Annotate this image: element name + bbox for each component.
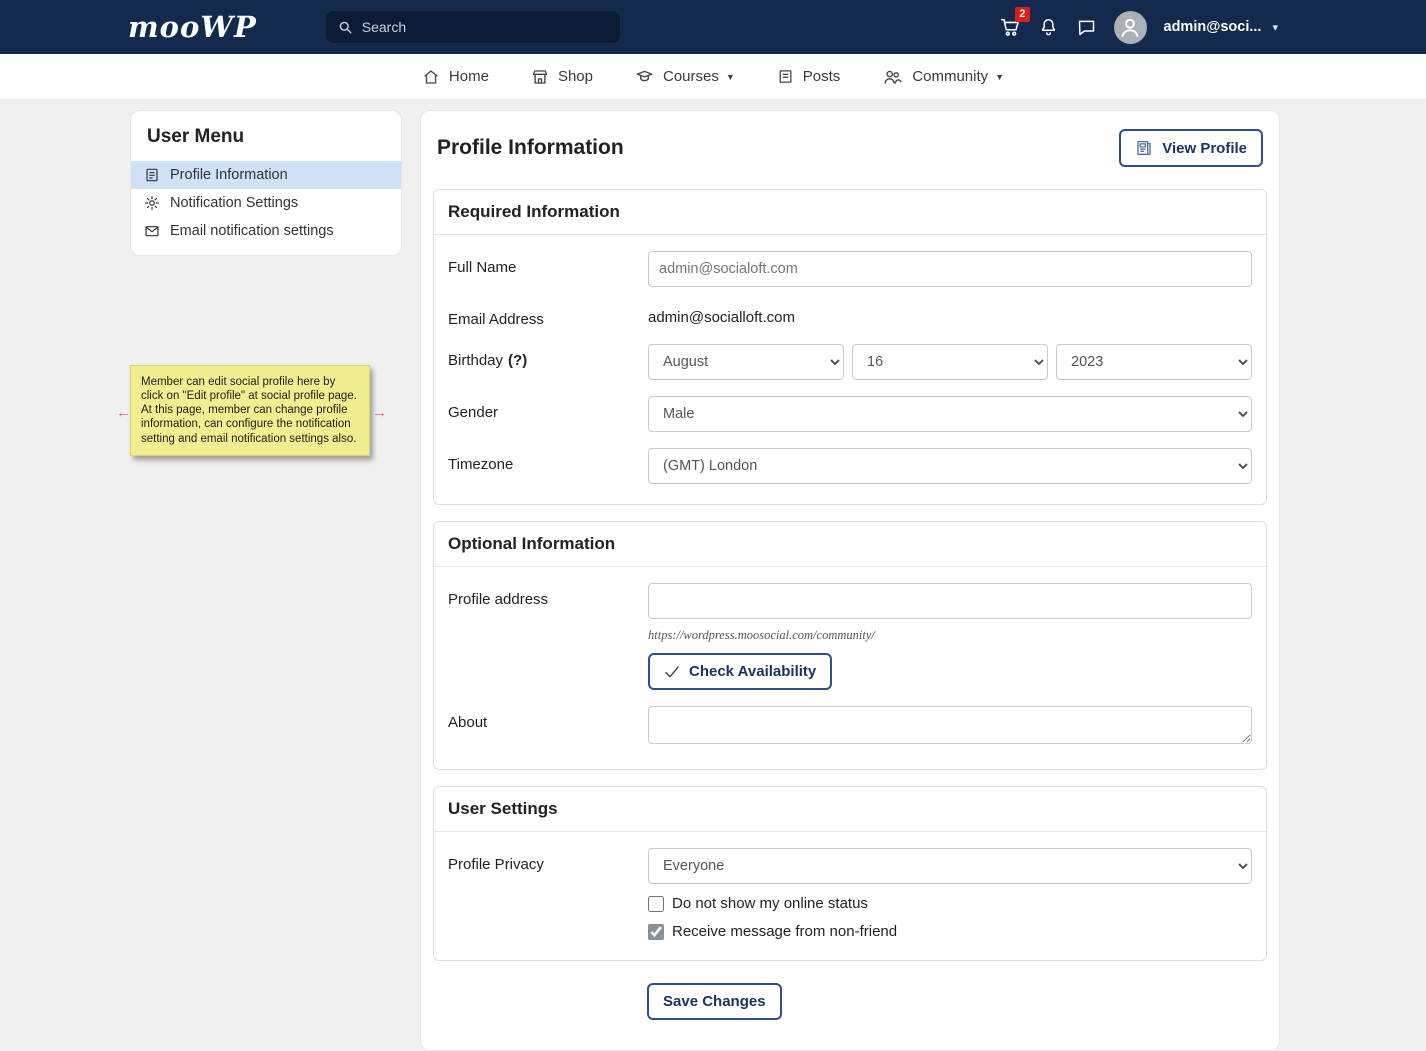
full-name-input[interactable] <box>648 251 1252 287</box>
birthday-label: Birthday (?) <box>448 344 648 380</box>
birthday-month-select[interactable]: August <box>648 344 844 380</box>
search-input[interactable] <box>361 19 608 35</box>
nav-item-courses[interactable]: Courses ▼ <box>635 67 735 86</box>
cart-badge: 2 <box>1015 7 1030 22</box>
page-title: Profile Information <box>437 136 624 159</box>
main-nav: Home Shop Courses ▼ Posts Community ▼ <box>0 54 1426 100</box>
profile-address-input[interactable] <box>648 583 1252 619</box>
section-title: User Settings <box>434 787 1266 832</box>
receive-message-checkbox[interactable] <box>648 923 664 940</box>
user-avatar[interactable] <box>1113 10 1147 44</box>
check-availability-button[interactable]: Check Availability <box>648 653 833 690</box>
gender-select[interactable]: Male <box>648 396 1252 432</box>
birthday-day-select[interactable]: 16 <box>852 344 1048 380</box>
online-status-label: Do not show my online status <box>672 895 868 912</box>
messages-chat-icon[interactable] <box>1076 17 1097 38</box>
profile-information-card: Profile Information View Profile Require… <box>420 110 1280 1051</box>
user-email-label[interactable]: admin@soci... <box>1164 19 1262 35</box>
profile-privacy-label: Profile Privacy <box>448 856 544 873</box>
sidebar-item-label: Profile Information <box>170 167 288 183</box>
required-information-section: Required Information Full Name Email Add… <box>433 189 1267 505</box>
annotation-note: Member can edit social profile here by c… <box>130 365 370 456</box>
profile-address-hint: https://wordpress.moosocial.com/communit… <box>648 628 875 642</box>
note-left-arrow-icon: ← <box>116 404 131 421</box>
notifications-bell-icon[interactable] <box>1038 17 1059 38</box>
birthday-help-icon[interactable]: (?) <box>508 352 527 369</box>
full-name-label: Full Name <box>448 259 517 276</box>
sidebar-item-notification-settings[interactable]: Notification Settings <box>131 189 401 217</box>
nav-item-posts[interactable]: Posts <box>777 68 841 85</box>
nav-label: Posts <box>802 68 841 85</box>
receive-message-label: Receive message from non-friend <box>672 923 898 940</box>
search-box[interactable] <box>324 10 621 44</box>
birthday-year-select[interactable]: 2023 <box>1056 344 1252 380</box>
nav-label: Shop <box>557 68 593 85</box>
sidebar-item-email-notification-settings[interactable]: Email notification settings <box>131 217 401 245</box>
section-title: Optional Information <box>434 522 1266 567</box>
nav-item-shop[interactable]: Shop <box>531 68 593 86</box>
email-address-value: admin@socialloft.com <box>648 309 795 326</box>
nav-item-home[interactable]: Home <box>422 68 489 86</box>
optional-information-section: Optional Information Profile address htt… <box>433 521 1267 770</box>
check-availability-label: Check Availability <box>689 663 817 680</box>
timezone-label: Timezone <box>448 456 514 473</box>
about-textarea[interactable] <box>648 706 1252 744</box>
site-logo[interactable]: mooWP <box>128 10 257 44</box>
gear-icon <box>144 195 160 211</box>
community-icon <box>882 67 903 86</box>
view-profile-button[interactable]: View Profile <box>1119 129 1263 167</box>
profile-privacy-select[interactable]: Everyone <box>648 848 1252 884</box>
about-label: About <box>448 714 488 731</box>
user-menu-chevron-down-icon[interactable]: ▾ <box>1272 21 1278 34</box>
nav-label: Home <box>448 68 489 85</box>
user-menu-card: User Menu Profile Information Notificati… <box>130 110 402 256</box>
note-right-arrow-icon: → <box>372 404 387 421</box>
home-icon <box>422 68 440 86</box>
nav-label: Community <box>912 68 989 85</box>
profile-document-icon <box>144 167 160 183</box>
community-caret-down-icon: ▼ <box>995 71 1005 82</box>
check-icon <box>664 665 680 679</box>
view-profile-icon <box>1135 139 1153 157</box>
save-changes-button[interactable]: Save Changes <box>647 983 782 1020</box>
cart-icon[interactable]: 2 <box>999 7 1030 38</box>
gender-label: Gender <box>448 404 499 421</box>
courses-icon <box>635 67 654 86</box>
sidebar-item-label: Email notification settings <box>170 223 334 239</box>
sidebar-item-profile-information[interactable]: Profile Information <box>131 161 401 189</box>
posts-icon <box>777 68 794 85</box>
email-address-label: Email Address <box>448 311 544 328</box>
online-status-checkbox[interactable] <box>648 895 664 912</box>
view-profile-label: View Profile <box>1162 139 1247 157</box>
user-menu-title: User Menu <box>147 126 245 147</box>
profile-address-label: Profile address <box>448 591 549 608</box>
section-title: Required Information <box>434 190 1266 235</box>
nav-label: Courses <box>662 68 719 85</box>
online-status-option: Do not show my online status <box>648 895 1252 912</box>
user-settings-section: User Settings Profile Privacy Everyone D… <box>433 786 1267 961</box>
search-icon <box>338 20 353 35</box>
shop-icon <box>531 68 549 86</box>
birthday-label-text: Birthday <box>448 352 504 369</box>
topbar: mooWP 2 admin@soci... ▾ <box>0 0 1426 54</box>
envelope-icon <box>144 223 160 239</box>
timezone-select[interactable]: (GMT) London <box>648 448 1252 484</box>
receive-message-option: Receive message from non-friend <box>648 923 1252 940</box>
sidebar-item-label: Notification Settings <box>170 195 299 211</box>
courses-caret-down-icon: ▼ <box>725 71 735 82</box>
nav-item-community[interactable]: Community ▼ <box>882 67 1004 86</box>
